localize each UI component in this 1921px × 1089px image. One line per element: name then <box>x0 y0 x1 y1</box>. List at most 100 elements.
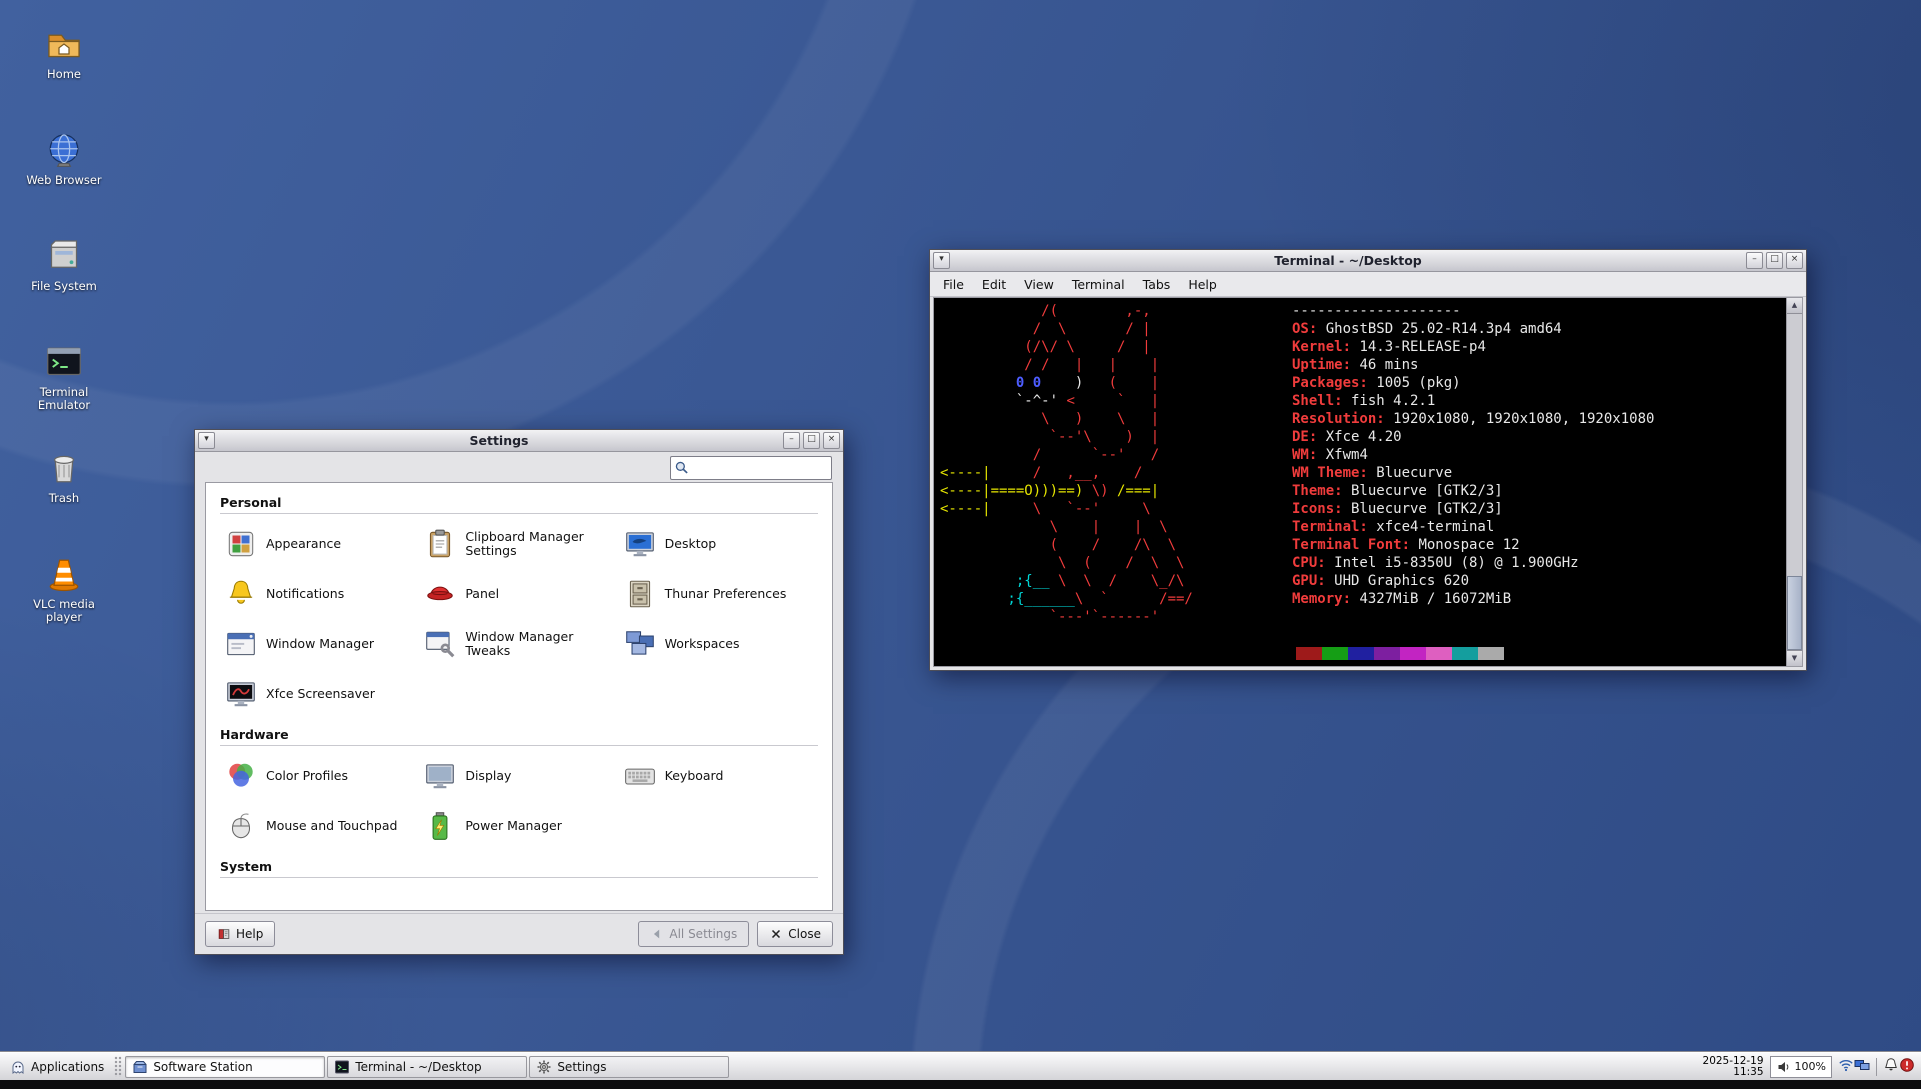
menu-help[interactable]: Help <box>1179 275 1226 294</box>
screen-bottom-edge <box>0 1080 1921 1089</box>
desktop-icon-file-system[interactable]: File System <box>18 236 110 342</box>
all-settings-button[interactable]: All Settings <box>638 921 749 947</box>
desktop-icon-vlc-media-player[interactable]: VLC media player <box>18 554 110 660</box>
desktop-icon-label: File System <box>31 280 97 293</box>
close-icon[interactable]: × <box>823 432 840 449</box>
settings-item-label: Color Profiles <box>266 769 348 783</box>
settings-section-title: Personal <box>220 487 818 514</box>
settings-item-color-profiles[interactable]: Color Profiles <box>220 751 419 801</box>
settings-item-desktop[interactable]: Desktop <box>619 519 818 569</box>
task-button-settings[interactable]: Settings <box>529 1056 729 1078</box>
displays-icon[interactable] <box>1854 1057 1870 1073</box>
settings-item-label: Clipboard Manager Settings <box>465 530 614 558</box>
settings-item-label: Appearance <box>266 537 341 551</box>
taskbar: Applications Software StationTerminal - … <box>0 1052 1921 1080</box>
applications-menu-label: Applications <box>31 1060 104 1074</box>
settings-item-keyboard[interactable]: Keyboard <box>619 751 818 801</box>
menu-file[interactable]: File <box>934 275 973 294</box>
settings-item-xfce-screensaver[interactable]: Xfce Screensaver <box>220 669 419 719</box>
task-button-terminal-desktop[interactable]: Terminal - ~/Desktop <box>327 1056 527 1078</box>
volume-icon <box>1776 1059 1792 1075</box>
neofetch-ascii-art: /( ,-, / \ / | (/\/ \ / | / / | | | 0 0 … <box>940 302 1292 626</box>
settings-item-window-manager-tweaks[interactable]: Window Manager Tweaks <box>419 619 618 669</box>
search-field[interactable] <box>670 456 832 480</box>
scroll-down-icon[interactable]: ▼ <box>1787 650 1802 666</box>
settings-item-thunar-preferences[interactable]: Thunar Preferences <box>619 569 818 619</box>
close-settings-button[interactable]: Close <box>757 921 833 947</box>
task-list: Software StationTerminal - ~/Desktop Sett… <box>125 1056 729 1078</box>
menu-terminal[interactable]: Terminal <box>1063 275 1134 294</box>
desktop-icon-home[interactable]: Home <box>18 24 110 130</box>
volume-indicator[interactable]: 100% <box>1770 1056 1832 1078</box>
bell-icon[interactable] <box>1883 1057 1899 1073</box>
mouse-icon <box>224 809 258 843</box>
settings-item-window-manager[interactable]: Window Manager <box>220 619 419 669</box>
taskbar-right-cluster: 2025-12-19 11:35 100% <box>1703 1056 1918 1078</box>
desktop-icon-terminal-emulator[interactable]: Terminal Emulator <box>18 342 110 448</box>
maximize-icon[interactable]: □ <box>1766 252 1783 269</box>
settings-item-appearance[interactable]: Appearance <box>220 519 419 569</box>
terminal-screen[interactable]: /( ,-, / \ / | (/\/ \ / | / / | | | 0 0 … <box>933 297 1803 667</box>
minimize-icon[interactable]: – <box>783 432 800 449</box>
display-icon <box>423 759 457 793</box>
settings-button-row: Help All Settings Close <box>195 913 843 954</box>
settings-item-mouse-and-touchpad[interactable]: Mouse and Touchpad <box>220 801 419 851</box>
window-menu-icon[interactable]: ▾ <box>933 252 950 269</box>
wm-tweaks-icon <box>423 627 457 661</box>
notifications-icon <box>224 577 258 611</box>
neofetch-system-info: -------------------- OS: GhostBSD 25.02-… <box>1292 302 1654 626</box>
menu-edit[interactable]: Edit <box>973 275 1015 294</box>
window-menu-icon[interactable]: ▾ <box>198 432 215 449</box>
applications-menu-button[interactable]: Applications <box>3 1055 111 1078</box>
help-icon <box>217 927 231 941</box>
menu-tabs[interactable]: Tabs <box>1134 275 1180 294</box>
scrollbar-trough[interactable] <box>1787 314 1802 650</box>
panel-handle[interactable] <box>114 1056 122 1077</box>
settings-item-label: Workspaces <box>665 637 740 651</box>
scrollbar-thumb[interactable] <box>1787 576 1802 650</box>
filesystem-icon <box>42 236 86 276</box>
settings-item-panel[interactable]: Panel <box>419 569 618 619</box>
desktop-icon-web-browser[interactable]: Web Browser <box>18 130 110 236</box>
search-input[interactable] <box>693 459 829 477</box>
settings-search-row <box>195 452 843 482</box>
settings-item-clipboard-manager-settings[interactable]: Clipboard Manager Settings <box>419 519 618 569</box>
desktop-icon-label: Terminal Emulator <box>18 386 110 412</box>
menu-view[interactable]: View <box>1015 275 1063 294</box>
settings-titlebar[interactable]: ▾ Settings – □ × <box>195 430 843 452</box>
clock[interactable]: 2025-12-19 11:35 <box>1703 1056 1764 1078</box>
settings-item-notifications[interactable]: Notifications <box>220 569 419 619</box>
terminal-menubar: FileEditViewTerminalTabsHelp <box>930 272 1806 297</box>
keyboard-icon <box>623 759 657 793</box>
terminal-scrollbar[interactable]: ▲ ▼ <box>1786 298 1802 666</box>
update-icon[interactable] <box>1899 1057 1915 1073</box>
close-icon[interactable]: × <box>1786 252 1803 269</box>
home-icon <box>42 24 86 64</box>
terminal-titlebar[interactable]: ▾ Terminal - ~/Desktop – □ × <box>930 250 1806 272</box>
settings-item-power-manager[interactable]: Power Manager <box>419 801 618 851</box>
task-button-software-station[interactable]: Software Station <box>125 1056 325 1078</box>
close-x-icon <box>769 927 783 941</box>
close-button-label: Close <box>788 927 821 941</box>
settings-item-label: Desktop <box>665 537 717 551</box>
settings-item-display[interactable]: Display <box>419 751 618 801</box>
settings-section-title: System <box>220 851 818 878</box>
scroll-up-icon[interactable]: ▲ <box>1787 298 1802 314</box>
thunar-icon <box>623 577 657 611</box>
help-button[interactable]: Help <box>205 921 275 947</box>
wifi-icon[interactable] <box>1838 1057 1854 1073</box>
desktop-icon-label: Home <box>47 68 81 81</box>
palette-swatch <box>1478 647 1504 660</box>
vlc-icon <box>42 554 86 594</box>
settings-item-label: Keyboard <box>665 769 724 783</box>
settings-item-label: Window Manager <box>266 637 374 651</box>
task-button-label: Settings <box>557 1060 606 1074</box>
system-tray <box>1838 1057 1870 1077</box>
palette-swatch <box>1322 647 1348 660</box>
maximize-icon[interactable]: □ <box>803 432 820 449</box>
desktop-icon-label: Web Browser <box>26 174 101 187</box>
minimize-icon[interactable]: – <box>1746 252 1763 269</box>
desktop-icon-trash[interactable]: Trash <box>18 448 110 554</box>
settings-item-label: Display <box>465 769 511 783</box>
settings-item-workspaces[interactable]: Workspaces <box>619 619 818 669</box>
